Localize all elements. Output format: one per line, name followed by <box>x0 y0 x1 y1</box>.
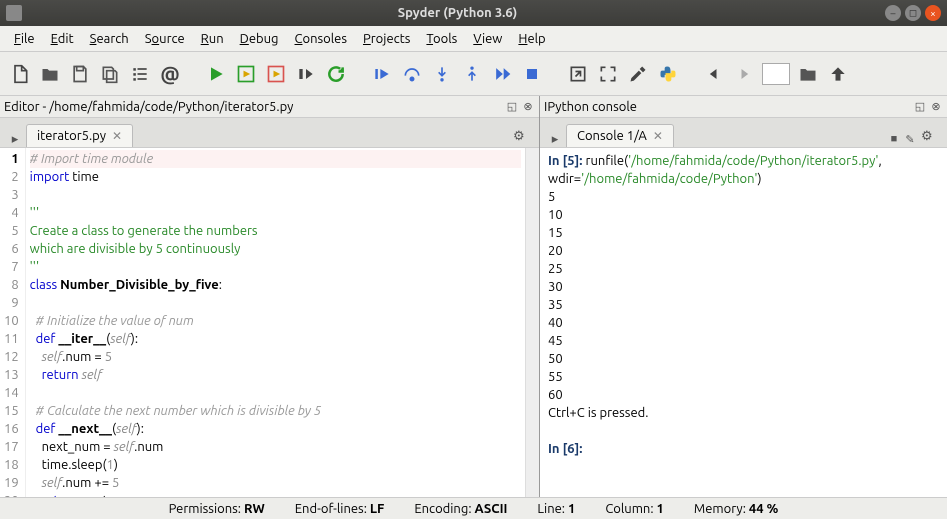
editor-options-icon[interactable]: ⚙ <box>513 129 531 147</box>
console-clear-icon[interactable]: ✎ <box>903 133 917 147</box>
debug-step-into-icon[interactable] <box>430 62 454 86</box>
debug-continue-icon[interactable] <box>490 62 514 86</box>
open-file-icon[interactable] <box>38 62 62 86</box>
status-permissions: Permissions: RW <box>169 502 265 516</box>
console-close-icon[interactable]: ⊗ <box>929 100 943 114</box>
status-memory: Memory: 44 % <box>694 502 778 516</box>
menu-view[interactable]: View <box>467 30 508 48</box>
menu-debug[interactable]: Debug <box>234 30 285 48</box>
editor-tab-label: iterator5.py <box>37 129 106 143</box>
menu-file[interactable]: File <box>8 30 41 48</box>
status-line: Line: 1 <box>537 502 575 516</box>
status-bar: Permissions: RW End-of-lines: LF Encodin… <box>0 497 947 519</box>
editor-close-icon[interactable]: ⊗ <box>521 100 535 114</box>
main-toolbar: @ <box>0 52 947 96</box>
console-undock-icon[interactable]: ◱ <box>913 100 927 114</box>
debug-step-over-icon[interactable] <box>400 62 424 86</box>
editor-pane-title: Editor - /home/fahmida/code/Python/itera… <box>4 100 503 114</box>
console-options-icon[interactable]: ⚙ <box>921 129 939 147</box>
browse-dir-icon[interactable] <box>796 62 820 86</box>
at-icon[interactable]: @ <box>158 62 182 86</box>
window-title: Spyder (Python 3.6) <box>30 6 885 20</box>
editor-scrollbar[interactable] <box>525 148 539 497</box>
run-cell-advance-icon[interactable] <box>264 62 288 86</box>
app-icon <box>6 5 22 21</box>
menu-help[interactable]: Help <box>512 30 551 48</box>
list-icon[interactable] <box>128 62 152 86</box>
run-cell-icon[interactable] <box>234 62 258 86</box>
run-icon[interactable] <box>204 62 228 86</box>
console-tab-close-icon[interactable]: ✕ <box>653 129 663 143</box>
new-file-icon[interactable] <box>8 62 32 86</box>
menu-search[interactable]: Search <box>84 30 135 48</box>
preferences-icon[interactable] <box>626 62 650 86</box>
debug-step-out-icon[interactable] <box>460 62 484 86</box>
back-icon[interactable] <box>702 62 726 86</box>
fullscreen-icon[interactable] <box>596 62 620 86</box>
status-encoding: Encoding: ASCII <box>414 502 507 516</box>
parent-dir-icon[interactable] <box>826 62 850 86</box>
file-browse-icon[interactable]: ▸ <box>12 132 19 147</box>
forward-icon[interactable] <box>732 62 756 86</box>
run-selection-icon[interactable] <box>294 62 318 86</box>
editor-tab[interactable]: iterator5.py ✕ <box>26 124 133 147</box>
window-minimize-button[interactable]: – <box>885 5 901 21</box>
menu-run[interactable]: Run <box>195 30 230 48</box>
working-dir-select[interactable] <box>762 63 790 85</box>
console-tab[interactable]: Console 1/A ✕ <box>566 124 674 147</box>
debug-step-icon[interactable] <box>370 62 394 86</box>
maximize-pane-icon[interactable] <box>566 62 590 86</box>
status-column: Column: 1 <box>605 502 664 516</box>
python-path-icon[interactable] <box>656 62 680 86</box>
save-icon[interactable] <box>68 62 92 86</box>
debug-stop-icon[interactable] <box>520 62 544 86</box>
console-stop-icon[interactable]: ■ <box>887 133 901 147</box>
code-editor[interactable]: 12345678910111213141516171819202122 # Im… <box>0 148 539 497</box>
window-titlebar: Spyder (Python 3.6) – ◻ × <box>0 0 947 26</box>
menu-source[interactable]: Source <box>139 30 191 48</box>
save-all-icon[interactable] <box>98 62 122 86</box>
console-tab-label: Console 1/A <box>577 129 647 143</box>
ipython-console[interactable]: In [5]: runfile('/home/fahmida/code/Pyth… <box>540 148 947 497</box>
rerun-icon[interactable] <box>324 62 348 86</box>
menu-bar: File Edit Search Source Run Debug Consol… <box>0 26 947 52</box>
window-maximize-button[interactable]: ◻ <box>905 5 921 21</box>
menu-projects[interactable]: Projects <box>357 30 416 48</box>
console-browse-icon[interactable]: ▸ <box>552 132 559 147</box>
menu-edit[interactable]: Edit <box>45 30 80 48</box>
window-close-button[interactable]: × <box>925 5 941 21</box>
editor-undock-icon[interactable]: ◱ <box>505 100 519 114</box>
console-pane: IPython console ◱ ⊗ ▸ Console 1/A ✕ ■ ✎ … <box>540 96 947 497</box>
menu-consoles[interactable]: Consoles <box>289 30 353 48</box>
editor-tab-close-icon[interactable]: ✕ <box>112 129 122 143</box>
menu-tools[interactable]: Tools <box>420 30 463 48</box>
editor-pane: Editor - /home/fahmida/code/Python/itera… <box>0 96 540 497</box>
status-eol: End-of-lines: LF <box>295 502 385 516</box>
console-pane-title: IPython console <box>544 100 911 114</box>
